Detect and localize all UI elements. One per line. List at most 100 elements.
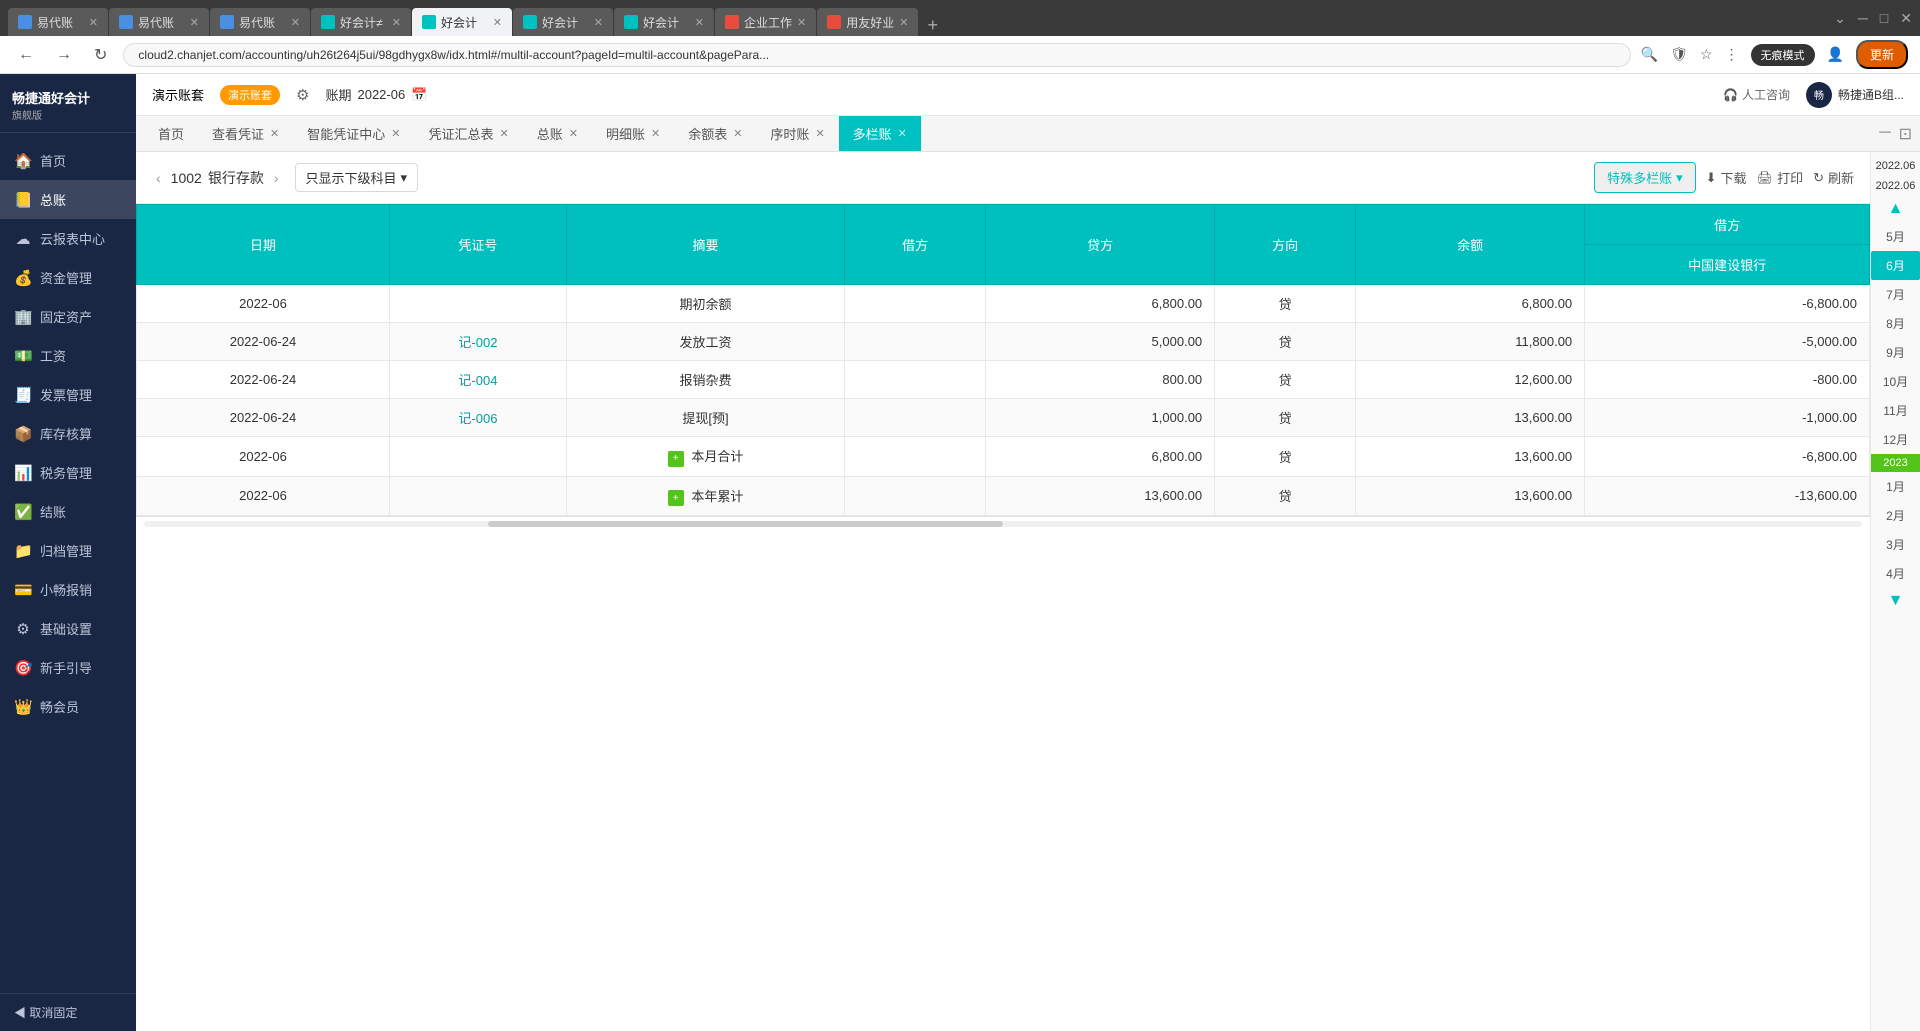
close-window-icon[interactable]: ✕ bbox=[1900, 10, 1912, 27]
search-icon[interactable]: 🔍 bbox=[1641, 46, 1658, 63]
voucher-link[interactable]: 记-004 bbox=[458, 373, 497, 388]
tab-detail-ledger[interactable]: 明细账 ✕ bbox=[592, 116, 674, 151]
update-button[interactable]: 更新 bbox=[1856, 40, 1908, 69]
cal-month-8[interactable]: 8月 bbox=[1871, 309, 1920, 338]
tab-balance-table[interactable]: 余额表 ✕ bbox=[674, 116, 756, 151]
shield-icon[interactable]: 🛡 bbox=[1670, 46, 1688, 63]
cal-month-9[interactable]: 9月 bbox=[1871, 338, 1920, 367]
maximize-icon[interactable]: □ bbox=[1880, 10, 1888, 27]
cal-scroll-up[interactable]: ▲ bbox=[1884, 196, 1908, 222]
settings-icon[interactable]: ⚙ bbox=[296, 86, 309, 104]
scroll-thumb[interactable] bbox=[488, 521, 1003, 527]
tab-haokuaiji-6[interactable]: 好会计 ✕ bbox=[513, 8, 613, 36]
minimize-icon[interactable]: ─ bbox=[1858, 10, 1868, 27]
close-icon[interactable]: ✕ bbox=[569, 127, 578, 140]
close-icon[interactable]: ✕ bbox=[392, 16, 401, 29]
back-button[interactable]: ← bbox=[12, 44, 40, 66]
refresh-button[interactable]: ↻ bbox=[88, 43, 113, 67]
close-icon[interactable]: ✕ bbox=[899, 16, 908, 29]
calendar-icon[interactable]: 📅 bbox=[411, 87, 427, 103]
tab-haokuaiji-5[interactable]: 好会计 ✕ bbox=[412, 8, 512, 36]
sidebar-item-inventory[interactable]: 📦 库存核算 bbox=[0, 414, 136, 453]
voucher-link[interactable]: 记-002 bbox=[458, 335, 497, 350]
cell-voucher[interactable]: 记-002 bbox=[389, 323, 566, 361]
close-icon[interactable]: ✕ bbox=[291, 16, 300, 29]
close-icon[interactable]: ✕ bbox=[733, 127, 742, 140]
cal-year-2023-marker[interactable]: 2023 bbox=[1871, 454, 1920, 472]
cal-month-1[interactable]: 1月 bbox=[1871, 472, 1920, 501]
tab-voucher-summary[interactable]: 凭证汇总表 ✕ bbox=[414, 116, 522, 151]
sidebar-item-home[interactable]: 🏠 首页 bbox=[0, 141, 136, 180]
voucher-link[interactable]: 记-006 bbox=[458, 411, 497, 426]
refresh-button[interactable]: ↻ 刷新 bbox=[1813, 168, 1854, 187]
cal-month-10[interactable]: 10月 bbox=[1871, 367, 1920, 396]
tab-yidaizhang-1[interactable]: 易代账 ✕ bbox=[8, 8, 108, 36]
close-icon[interactable]: ✕ bbox=[815, 127, 824, 140]
cal-month-4[interactable]: 4月 bbox=[1871, 559, 1920, 588]
star-icon[interactable]: ☆ bbox=[1700, 46, 1713, 63]
close-icon[interactable]: ✕ bbox=[190, 16, 199, 29]
close-icon[interactable]: ✕ bbox=[493, 16, 502, 29]
tab-qiye-8[interactable]: 企业工作 ✕ bbox=[715, 8, 816, 36]
nav-next-button[interactable]: › bbox=[270, 168, 283, 188]
sidebar-item-expense[interactable]: 💳 小畅报销 bbox=[0, 570, 136, 609]
tab-multi-column[interactable]: 多栏账 ✕ bbox=[839, 116, 921, 151]
unpin-sidebar-button[interactable]: ◀ 取消固定 bbox=[0, 993, 136, 1031]
close-icon[interactable]: ✕ bbox=[89, 16, 98, 29]
close-icon[interactable]: ✕ bbox=[500, 127, 509, 140]
tab-home[interactable]: 首页 bbox=[144, 116, 198, 151]
tab-add-button[interactable]: + bbox=[919, 15, 946, 36]
close-icon[interactable]: ✕ bbox=[898, 127, 907, 140]
address-input[interactable] bbox=[123, 43, 1630, 67]
incognito-mode-button[interactable]: 无痕模式 bbox=[1751, 44, 1815, 66]
cal-month-11[interactable]: 11月 bbox=[1871, 396, 1920, 425]
tab-general-ledger[interactable]: 总账 ✕ bbox=[523, 116, 592, 151]
scroll-bar-horizontal[interactable] bbox=[144, 521, 1862, 527]
tab-view-vouchers[interactable]: 查看凭证 ✕ bbox=[198, 116, 293, 151]
tab-yidaizhang-3[interactable]: 易代账 ✕ bbox=[210, 8, 310, 36]
print-button[interactable]: 🖨 打印 bbox=[1757, 168, 1804, 187]
tab-time-ledger[interactable]: 序时账 ✕ bbox=[756, 116, 838, 151]
close-icon[interactable]: ✕ bbox=[594, 16, 603, 29]
sidebar-item-invoices[interactable]: 🧾 发票管理 bbox=[0, 375, 136, 414]
tab-smart-vouchers[interactable]: 智能凭证中心 ✕ bbox=[293, 116, 414, 151]
cal-month-12[interactable]: 12月 bbox=[1871, 425, 1920, 454]
sidebar-item-settings[interactable]: ⚙ 基础设置 bbox=[0, 609, 136, 648]
close-icon[interactable]: ✕ bbox=[695, 16, 704, 29]
sidebar-item-funds[interactable]: 💰 资金管理 bbox=[0, 258, 136, 297]
download-button[interactable]: ⬇ 下载 bbox=[1706, 168, 1747, 187]
consult-button[interactable]: 🎧 人工咨询 bbox=[1723, 86, 1790, 103]
tab-expand-icon[interactable]: ⊡ bbox=[1899, 124, 1912, 144]
forward-button[interactable]: → bbox=[50, 44, 78, 66]
sidebar-item-guide[interactable]: 🎯 新手引导 bbox=[0, 648, 136, 687]
profile-icon[interactable]: 👤 bbox=[1827, 46, 1844, 63]
nav-prev-button[interactable]: ‹ bbox=[152, 168, 165, 188]
sidebar-item-tax[interactable]: 📊 税务管理 bbox=[0, 453, 136, 492]
filter-dropdown[interactable]: 只显示下级科目 ▾ bbox=[295, 163, 419, 192]
cell-voucher[interactable]: 记-006 bbox=[389, 399, 566, 437]
sidebar-item-archive[interactable]: 📁 归档管理 bbox=[0, 531, 136, 570]
sidebar-item-general-ledger[interactable]: 📒 总账 bbox=[0, 180, 136, 219]
cal-month-7[interactable]: 7月 bbox=[1871, 280, 1920, 309]
sidebar-item-settlement[interactable]: ✅ 结账 bbox=[0, 492, 136, 531]
sidebar-item-vip[interactable]: 👑 畅会员 bbox=[0, 687, 136, 726]
browser-menu-icon[interactable]: ⋮ bbox=[1725, 46, 1739, 63]
cal-month-5[interactable]: 5月 bbox=[1871, 222, 1920, 251]
cal-month-2[interactable]: 2月 bbox=[1871, 501, 1920, 530]
sidebar-item-salary[interactable]: 💵 工资 bbox=[0, 336, 136, 375]
sidebar-item-fixed-assets[interactable]: 🏢 固定资产 bbox=[0, 297, 136, 336]
tab-minimize-icon[interactable]: ─ bbox=[1879, 124, 1890, 144]
tab-yidaizhang-2[interactable]: 易代账 ✕ bbox=[109, 8, 209, 36]
cal-month-6[interactable]: 6月 bbox=[1871, 251, 1920, 280]
tab-list-icon[interactable]: ⌄ bbox=[1834, 10, 1846, 27]
cal-scroll-down[interactable]: ▼ bbox=[1884, 588, 1908, 614]
special-multi-column-button[interactable]: 特殊多栏账 ▾ bbox=[1594, 162, 1696, 193]
tab-yonyou-9[interactable]: 用友好业 ✕ bbox=[817, 8, 918, 36]
cal-month-3[interactable]: 3月 bbox=[1871, 530, 1920, 559]
sidebar-item-cloud-reports[interactable]: ☁ 云报表中心 bbox=[0, 219, 136, 258]
cell-voucher[interactable]: 记-004 bbox=[389, 361, 566, 399]
tab-haokuaiji-4[interactable]: 好会计≠ ✕ bbox=[311, 8, 411, 36]
close-icon[interactable]: ✕ bbox=[651, 127, 660, 140]
close-icon[interactable]: ✕ bbox=[270, 127, 279, 140]
close-icon[interactable]: ✕ bbox=[797, 16, 806, 29]
